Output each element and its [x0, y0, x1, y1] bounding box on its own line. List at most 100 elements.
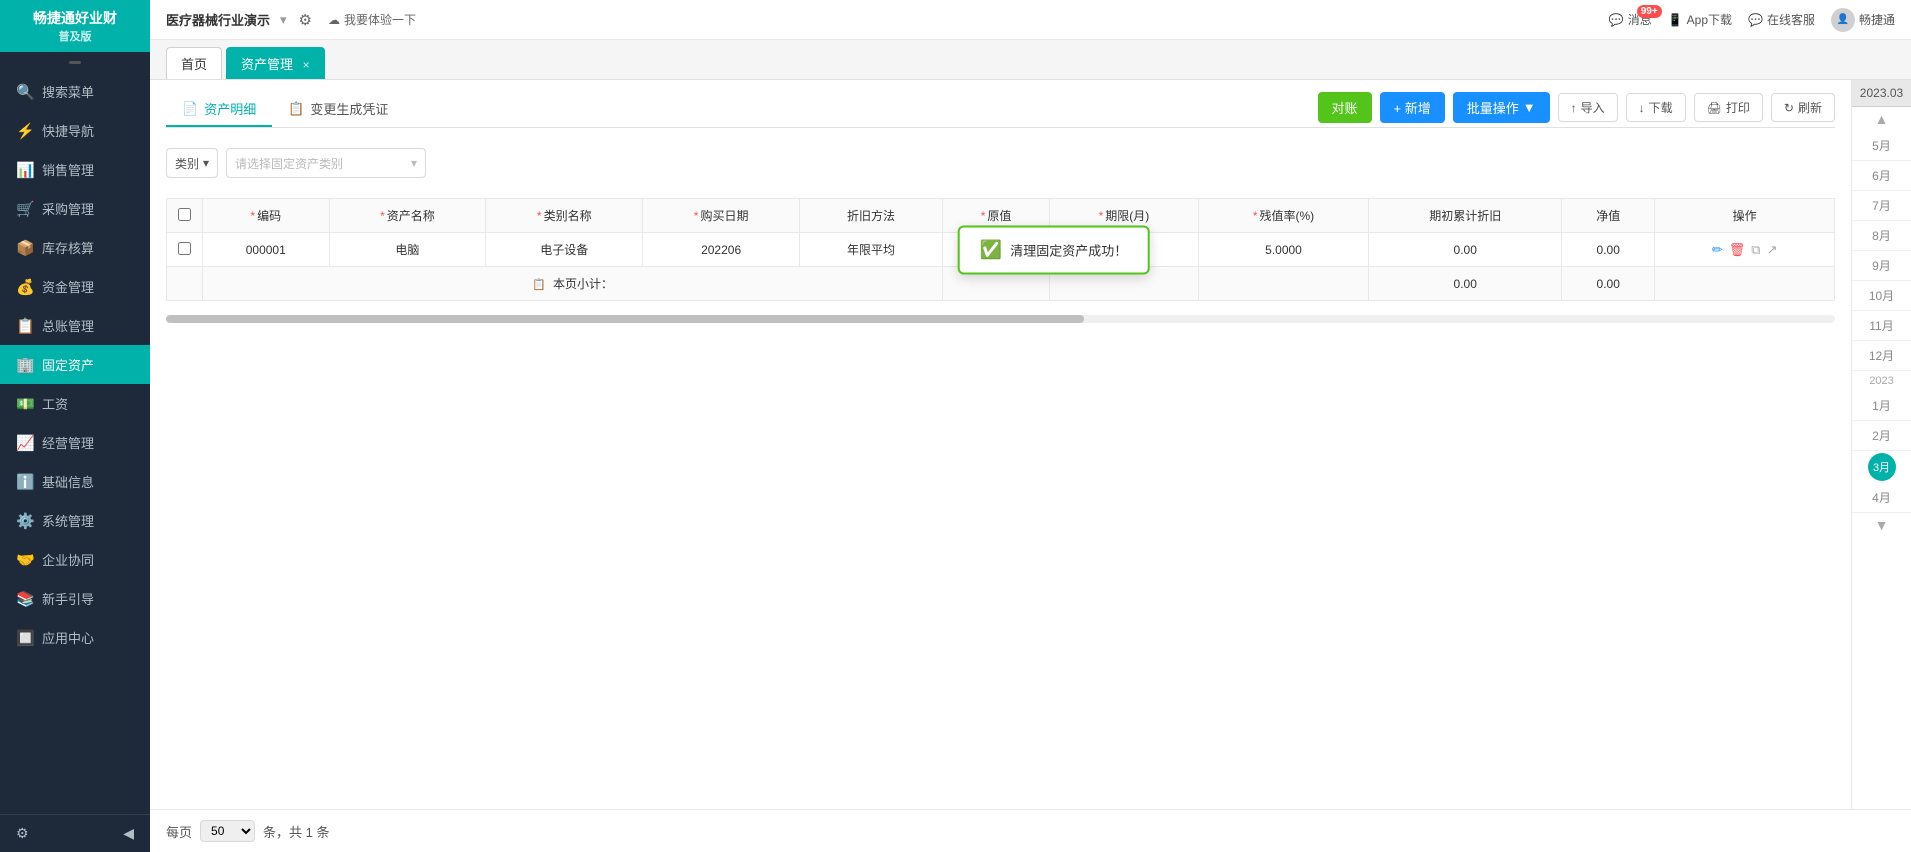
select-all-checkbox[interactable] [178, 208, 191, 221]
tab-bar: 首页 资产管理 × [150, 40, 1911, 80]
sidebar-scroll-up[interactable] [69, 61, 81, 64]
timeline-month-5[interactable]: 5月 [1852, 131, 1911, 161]
sidebar-item-app-center[interactable]: 🔲 应用中心 [0, 618, 150, 657]
sidebar-item-payroll[interactable]: 💵 工资 [0, 384, 150, 423]
sidebar-item-label: 基础信息 [42, 472, 94, 491]
timeline-scroll-down-icon[interactable]: ▼ [1875, 513, 1889, 537]
inventory-icon: 📦 [16, 239, 34, 257]
more-icon[interactable]: ↗ [1767, 242, 1778, 258]
row-code: 000001 [203, 233, 330, 267]
import-button[interactable]: ↑ 导入 [1558, 93, 1618, 122]
enterprise-icon: 🤝 [16, 551, 34, 569]
user-info[interactable]: 👤 畅捷通 [1831, 8, 1895, 32]
horizontal-scrollbar[interactable] [166, 315, 1835, 323]
print-button[interactable]: 🖨 打印 [1694, 93, 1763, 122]
category-filter-select[interactable]: 类别 ▾ [166, 148, 218, 178]
sidebar-item-basic-info[interactable]: ℹ️ 基础信息 [0, 462, 150, 501]
timeline-month-4[interactable]: 4月 [1852, 483, 1911, 513]
scroll-thumb[interactable] [166, 315, 1084, 323]
edit-icon[interactable]: ✏ [1712, 242, 1723, 258]
experience-icon: ☁ [328, 13, 340, 27]
duizhang-button[interactable]: 对账 [1318, 92, 1372, 123]
new-button[interactable]: + 新增 [1380, 92, 1445, 123]
timeline-month-6[interactable]: 6月 [1852, 161, 1911, 191]
collapse-sidebar-icon[interactable]: ◀ [123, 825, 134, 842]
sidebar-item-search[interactable]: 🔍 搜索菜单 [0, 72, 150, 111]
user-name: 畅捷通 [1859, 11, 1895, 28]
logo-sub: 普及版 [59, 28, 92, 44]
timeline-month-7[interactable]: 7月 [1852, 191, 1911, 221]
sidebar-item-purchase[interactable]: 🛒 采购管理 [0, 189, 150, 228]
subtab-voucher-gen[interactable]: 📋 变更生成凭证 [272, 92, 404, 127]
sidebar-item-tutorial[interactable]: 📚 新手引导 [0, 579, 150, 618]
timeline-month-11[interactable]: 11月 [1852, 311, 1911, 341]
sidebar-item-sales[interactable]: 📊 销售管理 [0, 150, 150, 189]
experience-label: 我要体验一下 [344, 11, 416, 28]
subtab-asset-detail[interactable]: 📄 资产明细 [166, 92, 272, 127]
per-page-select[interactable]: 50 20 100 [200, 820, 255, 842]
subtotal-actions [1655, 267, 1835, 301]
th-initial-accum-label: 期初累计折旧 [1429, 209, 1501, 223]
top-bar: 医疗器械行业演示 ▾ ⚙ ☁ 我要体验一下 💬 消息 99+ 📱 App下载 💬… [150, 0, 1911, 40]
sidebar-item-funds[interactable]: 💰 资金管理 [0, 267, 150, 306]
company-name: 医疗器械行业演示 [166, 10, 270, 29]
row-checkbox[interactable] [178, 242, 191, 255]
asset-detail-icon: 📄 [182, 101, 198, 117]
message-btn[interactable]: 💬 消息 99+ [1609, 11, 1652, 28]
timeline-month-8[interactable]: 8月 [1852, 221, 1911, 251]
sidebar-item-fixed-assets[interactable]: 🏢 固定资产 [0, 345, 150, 384]
th-checkbox [167, 199, 203, 233]
timeline-scroll-up-icon[interactable]: ▲ [1875, 107, 1889, 131]
refresh-button[interactable]: ↻ 刷新 [1771, 93, 1835, 122]
tab-asset-management[interactable]: 资产管理 × [226, 47, 325, 79]
sidebar-item-enterprise[interactable]: 🤝 企业协同 [0, 540, 150, 579]
sidebar-item-operations[interactable]: 📈 经营管理 [0, 423, 150, 462]
download-button[interactable]: ↓ 下载 [1626, 93, 1686, 122]
timeline-month-3-active[interactable]: 3月 [1868, 453, 1896, 481]
tab-home[interactable]: 首页 [166, 47, 222, 79]
filter-chevron-icon: ▾ [203, 156, 209, 170]
payroll-icon: 💵 [16, 395, 34, 413]
content-main: 📄 资产明细 📋 变更生成凭证 对账 + 新增 批量操作 ▼ ↑ [150, 80, 1851, 809]
company-dropdown-icon[interactable]: ▾ [280, 12, 287, 28]
avatar: 👤 [1831, 8, 1855, 32]
sidebar-item-ledger[interactable]: 📋 总账管理 [0, 306, 150, 345]
experience-btn[interactable]: ☁ 我要体验一下 [328, 11, 416, 28]
timeline-month-2[interactable]: 2月 [1852, 421, 1911, 451]
online-service-icon: 💬 [1748, 13, 1763, 27]
delete-icon[interactable]: 🗑 [1729, 242, 1746, 258]
timeline-month-1[interactable]: 1月 [1852, 391, 1911, 421]
import-label: 导入 [1581, 99, 1605, 116]
print-label: 打印 [1726, 99, 1750, 116]
th-depreciation-method: 折旧方法 [800, 199, 943, 233]
sub-tabs: 📄 资产明细 📋 变更生成凭证 对账 + 新增 批量操作 ▼ ↑ [166, 92, 1835, 128]
sidebar-item-label: 经营管理 [42, 433, 94, 452]
sidebar-item-inventory[interactable]: 📦 库存核算 [0, 228, 150, 267]
sidebar-item-label: 总账管理 [42, 316, 94, 335]
close-tab-icon[interactable]: × [303, 58, 310, 72]
th-code-label: 编码 [257, 209, 281, 223]
filter-input-chevron-icon: ▾ [411, 156, 417, 170]
copy-icon[interactable]: ⧉ [1751, 242, 1760, 258]
category-placeholder: 请选择固定资产类别 [235, 155, 343, 172]
sidebar-item-label: 企业协同 [42, 550, 94, 569]
batch-button[interactable]: 批量操作 ▼ [1453, 92, 1550, 123]
sidebar-item-label: 工资 [42, 394, 68, 413]
download-label: 下载 [1649, 99, 1673, 116]
sidebar-item-system[interactable]: ⚙️ 系统管理 [0, 501, 150, 540]
topbar-right: 💬 消息 99+ 📱 App下载 💬 在线客服 👤 畅捷通 [1609, 8, 1895, 32]
timeline-month-9[interactable]: 9月 [1852, 251, 1911, 281]
total-count-label: 条，共 1 条 [263, 822, 329, 841]
sidebar-item-quick-nav[interactable]: ⚡ 快捷导航 [0, 111, 150, 150]
sales-icon: 📊 [16, 161, 34, 179]
timeline-month-10[interactable]: 10月 [1852, 281, 1911, 311]
settings-icon[interactable]: ⚙ [16, 825, 29, 842]
topbar-settings-icon[interactable]: ⚙ [299, 11, 312, 29]
rs-header: 2023.03 [1852, 80, 1911, 107]
timeline-month-12[interactable]: 12月 [1852, 341, 1911, 371]
app-download-btn[interactable]: 📱 App下载 [1668, 11, 1732, 28]
th-actions-label: 操作 [1733, 209, 1757, 223]
category-search-input[interactable]: 请选择固定资产类别 ▾ [226, 148, 426, 178]
online-service-btn[interactable]: 💬 在线客服 [1748, 11, 1815, 28]
timeline-year-2023: 2023 [1869, 371, 1893, 391]
